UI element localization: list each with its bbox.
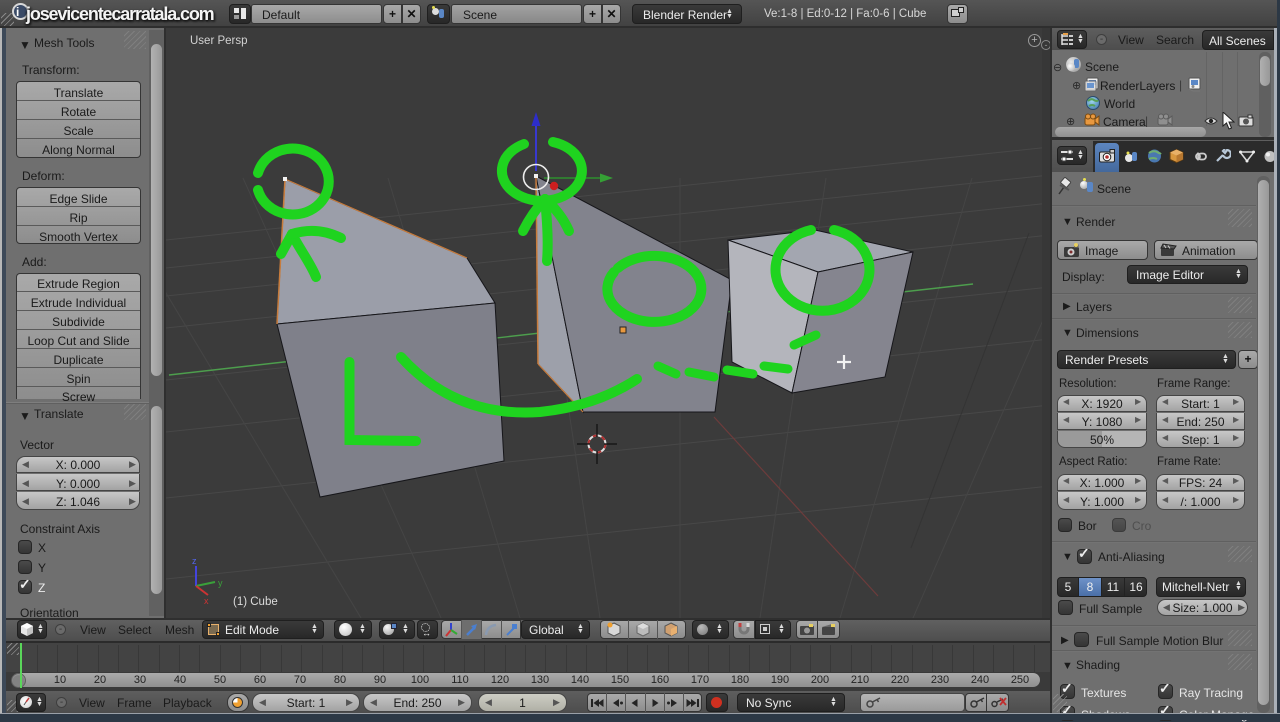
svg-text:x: x	[204, 596, 209, 606]
svg-text:z: z	[192, 556, 197, 566]
svg-text:y: y	[218, 578, 223, 588]
